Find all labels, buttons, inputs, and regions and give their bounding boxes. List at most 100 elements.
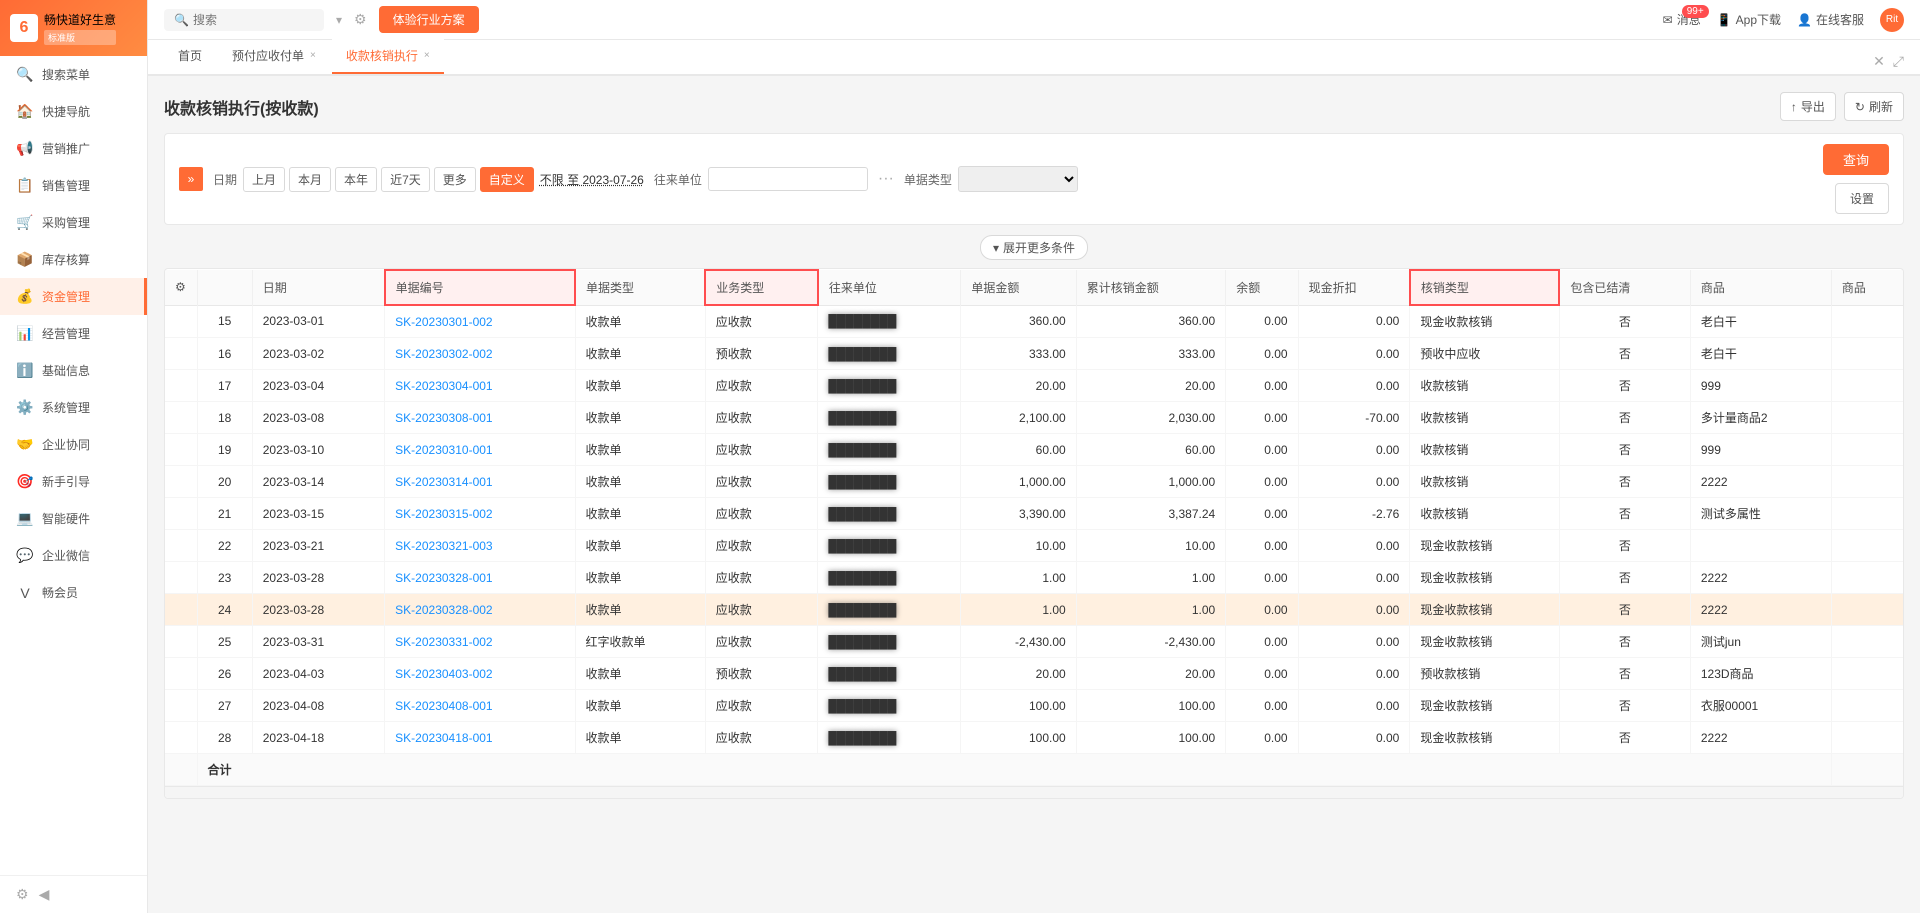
cell-total-cancel: 1,000.00 (1076, 466, 1226, 498)
filter-toggle-button[interactable]: » (179, 167, 203, 191)
table-row[interactable]: 28 2023-04-18 SK-20230418-001 收款单 应收款 ██… (165, 722, 1903, 754)
partner-input[interactable] (708, 167, 868, 191)
tab-advance[interactable]: 预付应收付单× (218, 39, 330, 74)
industry-solution-button[interactable]: 体验行业方案 (379, 6, 479, 33)
online-service-button[interactable]: 👤 在线客服 (1797, 11, 1864, 28)
sidebar-item-hardware[interactable]: 💻智能硬件 (0, 500, 147, 537)
voucher-link[interactable]: SK-20230418-001 (395, 731, 492, 745)
this-year-button[interactable]: 本年 (335, 167, 377, 192)
voucher-link[interactable]: SK-20230301-002 (395, 315, 492, 329)
message-button[interactable]: ✉ 消息 99+ (1663, 11, 1701, 28)
voucher-link[interactable]: SK-20230328-002 (395, 603, 492, 617)
sidebar-item-quicknav[interactable]: 🏠快捷导航 (0, 93, 147, 130)
sidebar-item-wechat[interactable]: 💬企业微信 (0, 537, 147, 574)
cell-no: 21 (197, 498, 252, 530)
filter-bar: » 日期 上月 本月 本年 近7天 更多 自定义 不限 至 2023-07-26… (164, 133, 1904, 225)
sidebar-item-inventory[interactable]: 📦库存核算 (0, 241, 147, 278)
tab-close-advance[interactable]: × (310, 50, 316, 61)
voucher-link[interactable]: SK-20230328-001 (395, 571, 492, 585)
voucher-link[interactable]: SK-20230315-002 (395, 507, 492, 521)
cell-include-settled: 否 (1559, 594, 1690, 626)
sidebar-item-basic[interactable]: ℹ️基础信息 (0, 352, 147, 389)
expand-window-icon[interactable]: ⤢ (1893, 53, 1904, 70)
setting-button[interactable]: 设置 (1835, 183, 1889, 214)
sidebar-item-corp[interactable]: 🤝企业协同 (0, 426, 147, 463)
last-7days-button[interactable]: 近7天 (381, 167, 430, 192)
more-date-button[interactable]: 更多 (434, 167, 476, 192)
filter-more-icon[interactable]: ··· (878, 170, 894, 188)
this-month-button[interactable]: 本月 (289, 167, 331, 192)
export-button[interactable]: ↑ 导出 (1780, 92, 1836, 121)
col-header-goods-img: 商品 (1831, 270, 1903, 305)
voucher-link[interactable]: SK-20230321-003 (395, 539, 492, 553)
col-header-gear[interactable]: ⚙ (165, 270, 197, 305)
cell-total-cancel: 10.00 (1076, 530, 1226, 562)
sidebar-item-marketing[interactable]: 📢营销推广 (0, 130, 147, 167)
query-button[interactable]: 查询 (1823, 144, 1889, 175)
table-row[interactable]: 15 2023-03-01 SK-20230301-002 收款单 应收款 ██… (165, 305, 1903, 338)
cell-biz-type: 应收款 (705, 594, 818, 626)
voucher-type-select[interactable] (958, 166, 1078, 192)
table-scroll-area[interactable]: ⚙ 日期 单据编号 单据类型 业务类型 往来单位 单据金额 累计核销金额 余额 … (165, 269, 1903, 786)
voucher-link[interactable]: SK-20230308-001 (395, 411, 492, 425)
cell-include-settled: 否 (1559, 690, 1690, 722)
table-row[interactable]: 24 2023-03-28 SK-20230328-002 收款单 应收款 ██… (165, 594, 1903, 626)
tab-collection[interactable]: 收款核销执行× (332, 39, 444, 74)
last-month-button[interactable]: 上月 (243, 167, 285, 192)
topbar-search-input[interactable] (193, 13, 313, 27)
voucher-link[interactable]: SK-20230302-002 (395, 347, 492, 361)
table-row[interactable]: 27 2023-04-08 SK-20230408-001 收款单 应收款 ██… (165, 690, 1903, 722)
app-download-button[interactable]: 📱 App下载 (1717, 11, 1781, 28)
user-avatar[interactable]: Rit (1880, 8, 1904, 32)
cell-balance: 0.00 (1226, 658, 1298, 690)
table-row[interactable]: 18 2023-03-08 SK-20230308-001 收款单 应收款 ██… (165, 402, 1903, 434)
table-row[interactable]: 19 2023-03-10 SK-20230310-001 收款单 应收款 ██… (165, 434, 1903, 466)
sidebar-item-sales[interactable]: 📋销售管理 (0, 167, 147, 204)
tab-bar: 首页预付应收付单×收款核销执行× ✕ ⤢ (148, 40, 1920, 76)
voucher-link[interactable]: SK-20230310-001 (395, 443, 492, 457)
topbar-search-icon: 🔍 (174, 13, 189, 27)
refresh-button[interactable]: ↻ 刷新 (1844, 92, 1904, 121)
topbar-search-box[interactable]: 🔍 (164, 9, 324, 31)
voucher-link[interactable]: SK-20230314-001 (395, 475, 492, 489)
topbar-gear-icon[interactable]: ⚙ (354, 11, 367, 28)
table-scrollbar[interactable] (165, 786, 1903, 798)
cell-voucher-no: SK-20230315-002 (385, 498, 575, 530)
sidebar-item-search[interactable]: 🔍搜索菜单 (0, 56, 147, 93)
tab-home[interactable]: 首页 (164, 39, 216, 74)
table-row[interactable]: 17 2023-03-04 SK-20230304-001 收款单 应收款 ██… (165, 370, 1903, 402)
voucher-link[interactable]: SK-20230331-002 (395, 635, 492, 649)
sidebar-item-guide[interactable]: 🎯新手引导 (0, 463, 147, 500)
voucher-link[interactable]: SK-20230403-002 (395, 667, 492, 681)
voucher-link[interactable]: SK-20230408-001 (395, 699, 492, 713)
close-window-icon[interactable]: ✕ (1873, 53, 1885, 70)
cell-gear (165, 466, 197, 498)
table-row[interactable]: 26 2023-04-03 SK-20230403-002 收款单 预收款 ██… (165, 658, 1903, 690)
topbar-dropdown-arrow[interactable]: ▾ (336, 13, 342, 27)
table-row[interactable]: 25 2023-03-31 SK-20230331-002 红字收款单 应收款 … (165, 626, 1903, 658)
collapse-icon[interactable]: ◀ (39, 886, 50, 903)
cell-voucher-no: SK-20230403-002 (385, 658, 575, 690)
logo-icon: 6 (10, 14, 38, 42)
sidebar-item-purchase[interactable]: 🛒采购管理 (0, 204, 147, 241)
cell-voucher-type: 收款单 (575, 338, 705, 370)
cell-total-cancel: 1.00 (1076, 562, 1226, 594)
table-row[interactable]: 21 2023-03-15 SK-20230315-002 收款单 应收款 ██… (165, 498, 1903, 530)
table-row[interactable]: 23 2023-03-28 SK-20230328-001 收款单 应收款 ██… (165, 562, 1903, 594)
wechat-label: 企业微信 (42, 547, 90, 564)
sidebar-item-operation[interactable]: 📊经营管理 (0, 315, 147, 352)
cell-goods: 测试多属性 (1690, 498, 1831, 530)
table-row[interactable]: 20 2023-03-14 SK-20230314-001 收款单 应收款 ██… (165, 466, 1903, 498)
sidebar-item-finance[interactable]: 💰资金管理 (0, 278, 147, 315)
expand-more-button[interactable]: ▾ 展开更多条件 (980, 235, 1088, 260)
sidebar-item-system[interactable]: ⚙️系统管理 (0, 389, 147, 426)
tab-close-collection[interactable]: × (424, 50, 430, 61)
custom-date-button[interactable]: 自定义 (480, 167, 534, 192)
table-row[interactable]: 22 2023-03-21 SK-20230321-003 收款单 应收款 ██… (165, 530, 1903, 562)
operation-icon: 📊 (16, 325, 34, 342)
table-row[interactable]: 16 2023-03-02 SK-20230302-002 收款单 预收款 ██… (165, 338, 1903, 370)
voucher-link[interactable]: SK-20230304-001 (395, 379, 492, 393)
sidebar-item-member[interactable]: V畅会员 (0, 574, 147, 611)
date-range-display[interactable]: 不限 至 2023-07-26 (540, 171, 644, 188)
settings-icon[interactable]: ⚙ (16, 886, 29, 903)
